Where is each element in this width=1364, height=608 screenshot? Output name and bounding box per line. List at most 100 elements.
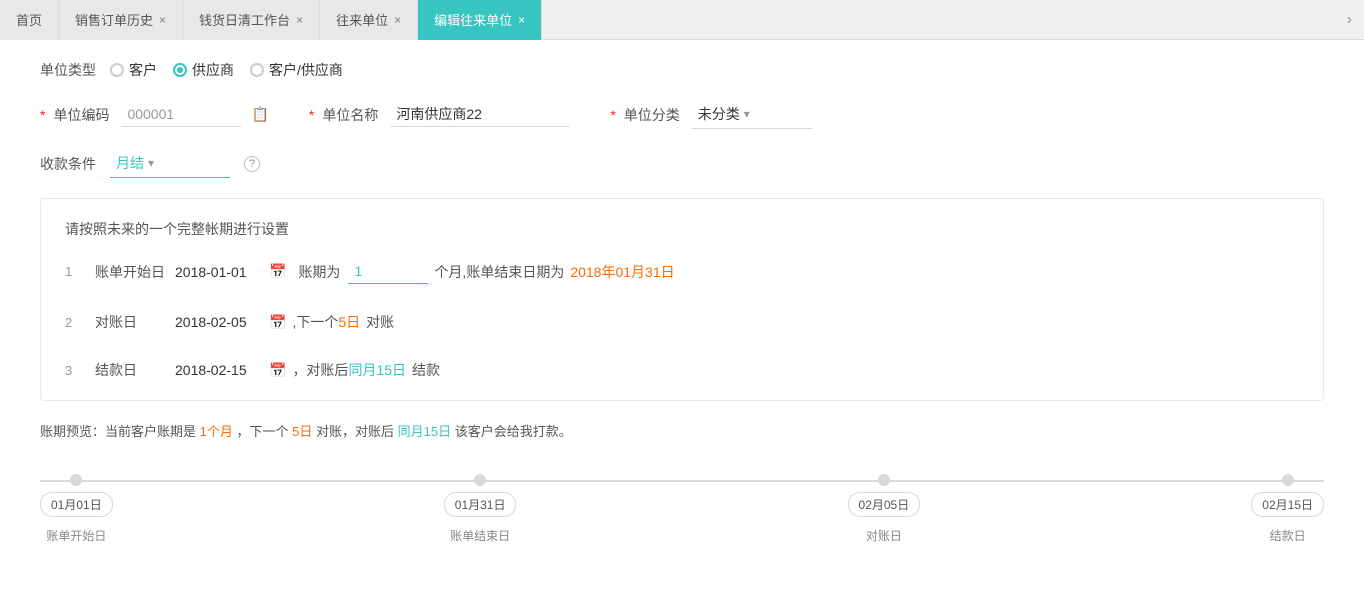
- tab-sales-history-label: 销售订单历史: [75, 10, 153, 29]
- row-1-period-end: 2018年01月31日: [570, 262, 674, 282]
- section-title: 请按照未来的一个完整帐期进行设置: [65, 219, 1299, 239]
- tab-partner-label: 往来单位: [336, 10, 388, 29]
- row-1-period-suffix: 个月,账单结束日期为: [434, 262, 564, 282]
- radio-both-label: 客户/供应商: [269, 60, 343, 80]
- unit-type-label: 单位类型: [40, 60, 96, 80]
- payment-dropdown[interactable]: 月结 ▾: [110, 149, 230, 178]
- unit-name-star: *: [309, 107, 314, 123]
- row-3-prefix: ，对账后: [292, 360, 348, 380]
- timeline: 01月01日 账单开始日 01月31日 账单结束日 02月05日 对账日 02月…: [40, 464, 1324, 574]
- tab-home-label: 首页: [16, 10, 42, 29]
- timeline-label-3: 对账日: [866, 527, 902, 544]
- timeline-points: 01月01日 账单开始日 01月31日 账单结束日 02月05日 对账日 02月…: [40, 474, 1324, 544]
- unit-cat-label: 单位分类: [624, 105, 680, 125]
- row-1-label: 账单开始日: [95, 262, 175, 282]
- timeline-label-4: 结款日: [1270, 527, 1306, 544]
- row-3-cal-icon[interactable]: 📅: [269, 362, 286, 379]
- tab-cash-work[interactable]: 钱货日清工作台 ×: [183, 0, 320, 40]
- row-1-after-text: 账期为: [298, 262, 340, 282]
- timeline-label-1: 账单开始日: [46, 527, 106, 544]
- tab-sales-history-close[interactable]: ×: [159, 13, 166, 27]
- unit-code-label: 单位编码: [53, 105, 109, 125]
- row-3-label: 结款日: [95, 360, 175, 380]
- unit-type-radio-group: 客户 供应商 客户/供应商: [110, 60, 343, 80]
- row-3-suffix: 结款: [412, 360, 440, 380]
- tab-partner[interactable]: 往来单位 ×: [320, 0, 418, 40]
- unit-category-value: 未分类: [698, 104, 740, 124]
- tab-edit-partner[interactable]: 编辑往来单位 ×: [418, 0, 542, 40]
- preview-highlight2: 5日: [292, 424, 312, 439]
- row-1-num: 1: [65, 264, 95, 279]
- preview-section: 账期预览：当前客户账期是 1个月 ，下一个 5日 对账，对账后 同月15日 该客…: [40, 421, 1324, 440]
- timeline-label-2: 账单结束日: [450, 527, 510, 544]
- row-3-num: 3: [65, 363, 95, 378]
- payment-help-icon[interactable]: ?: [244, 156, 260, 172]
- tab-bar: 首页 销售订单历史 × 钱货日清工作台 × 往来单位 × 编辑往来单位 × ›: [0, 0, 1364, 40]
- row-1-date: 2018-01-01: [175, 264, 265, 280]
- radio-supplier-label: 供应商: [192, 60, 234, 80]
- unit-category-arrow: ▾: [744, 107, 750, 121]
- unit-type-row: 单位类型 客户 供应商 客户/供应商: [40, 60, 1324, 80]
- period-section: 请按照未来的一个完整帐期进行设置 1 账单开始日 2018-01-01 📅 账期…: [40, 198, 1324, 401]
- preview-prefix: 账期预览：当前客户账期是: [40, 424, 196, 439]
- timeline-point-3: 02月05日 对账日: [848, 474, 921, 544]
- unit-name-input[interactable]: [390, 102, 570, 127]
- radio-customer-circle: [110, 63, 124, 77]
- unit-code-input[interactable]: [121, 102, 241, 127]
- payment-arrow: ▾: [148, 156, 154, 170]
- preview-highlight3: 同月15日: [398, 424, 451, 439]
- section-row-2: 2 对账日 2018-02-05 📅 ,下一个 5日 对账: [65, 312, 1299, 332]
- tab-edit-partner-label: 编辑往来单位: [434, 10, 512, 29]
- row-2-suffix: 对账: [366, 312, 394, 332]
- unit-name-label: 单位名称: [322, 105, 378, 125]
- tab-partner-close[interactable]: ×: [394, 13, 401, 27]
- timeline-point-2: 01月31日 账单结束日: [444, 474, 517, 544]
- payment-value: 月结: [116, 153, 144, 173]
- unit-cat-star: *: [610, 107, 615, 123]
- timeline-dot-2: [474, 474, 486, 486]
- row-2-num: 2: [65, 315, 95, 330]
- unit-info-row: * 单位编码 📋 * 单位名称 * 单位分类 未分类 ▾: [40, 100, 1324, 129]
- row-2-date: 2018-02-05: [175, 314, 265, 330]
- row-2-cal-icon[interactable]: 📅: [269, 314, 286, 331]
- preview-highlight1: 1个月: [200, 424, 233, 439]
- row-2-label: 对账日: [95, 312, 175, 332]
- main-content: 单位类型 客户 供应商 客户/供应商 * 单位编码 📋 * 单位名称: [0, 40, 1364, 608]
- timeline-badge-3: 02月05日: [848, 492, 921, 517]
- radio-supplier[interactable]: 供应商: [173, 60, 234, 80]
- preview-mid1: ，下一个: [237, 424, 289, 439]
- tab-cash-work-label: 钱货日清工作台: [199, 10, 290, 29]
- radio-customer-label: 客户: [129, 60, 157, 80]
- timeline-dot-4: [1282, 474, 1294, 486]
- tab-sales-history[interactable]: 销售订单历史 ×: [59, 0, 183, 40]
- tab-edit-partner-close[interactable]: ×: [518, 13, 525, 27]
- row-3-highlight: 同月15日: [348, 360, 406, 380]
- unit-code-copy-icon[interactable]: 📋: [251, 106, 268, 123]
- section-row-3: 3 结款日 2018-02-15 📅 ，对账后 同月15日 结款: [65, 360, 1299, 380]
- unit-code-star: *: [40, 107, 45, 123]
- timeline-point-4: 02月15日 结款日: [1251, 474, 1324, 544]
- row-2-highlight: 5日: [338, 312, 360, 332]
- timeline-dot-3: [878, 474, 890, 486]
- preview-mid2: 对账，对账后: [316, 424, 394, 439]
- timeline-point-1: 01月01日 账单开始日: [40, 474, 113, 544]
- period-value-input[interactable]: [348, 259, 428, 284]
- radio-both[interactable]: 客户/供应商: [250, 60, 343, 80]
- timeline-badge-4: 02月15日: [1251, 492, 1324, 517]
- timeline-badge-1: 01月01日: [40, 492, 113, 517]
- row-3-date: 2018-02-15: [175, 362, 265, 378]
- payment-label: 收款条件: [40, 154, 96, 174]
- timeline-dot-1: [70, 474, 82, 486]
- radio-supplier-circle: [173, 63, 187, 77]
- row-1-cal-icon[interactable]: 📅: [269, 263, 286, 280]
- timeline-badge-2: 01月31日: [444, 492, 517, 517]
- radio-customer[interactable]: 客户: [110, 60, 157, 80]
- radio-both-circle: [250, 63, 264, 77]
- unit-category-dropdown[interactable]: 未分类 ▾: [692, 100, 812, 129]
- tab-home[interactable]: 首页: [0, 0, 59, 40]
- tab-more-btn[interactable]: ›: [1335, 11, 1364, 29]
- tab-cash-work-close[interactable]: ×: [296, 13, 303, 27]
- section-row-1: 1 账单开始日 2018-01-01 📅 账期为 个月,账单结束日期为 2018…: [65, 259, 1299, 284]
- row-2-prefix: ,下一个: [292, 312, 338, 332]
- payment-row: 收款条件 月结 ▾ ?: [40, 149, 1324, 178]
